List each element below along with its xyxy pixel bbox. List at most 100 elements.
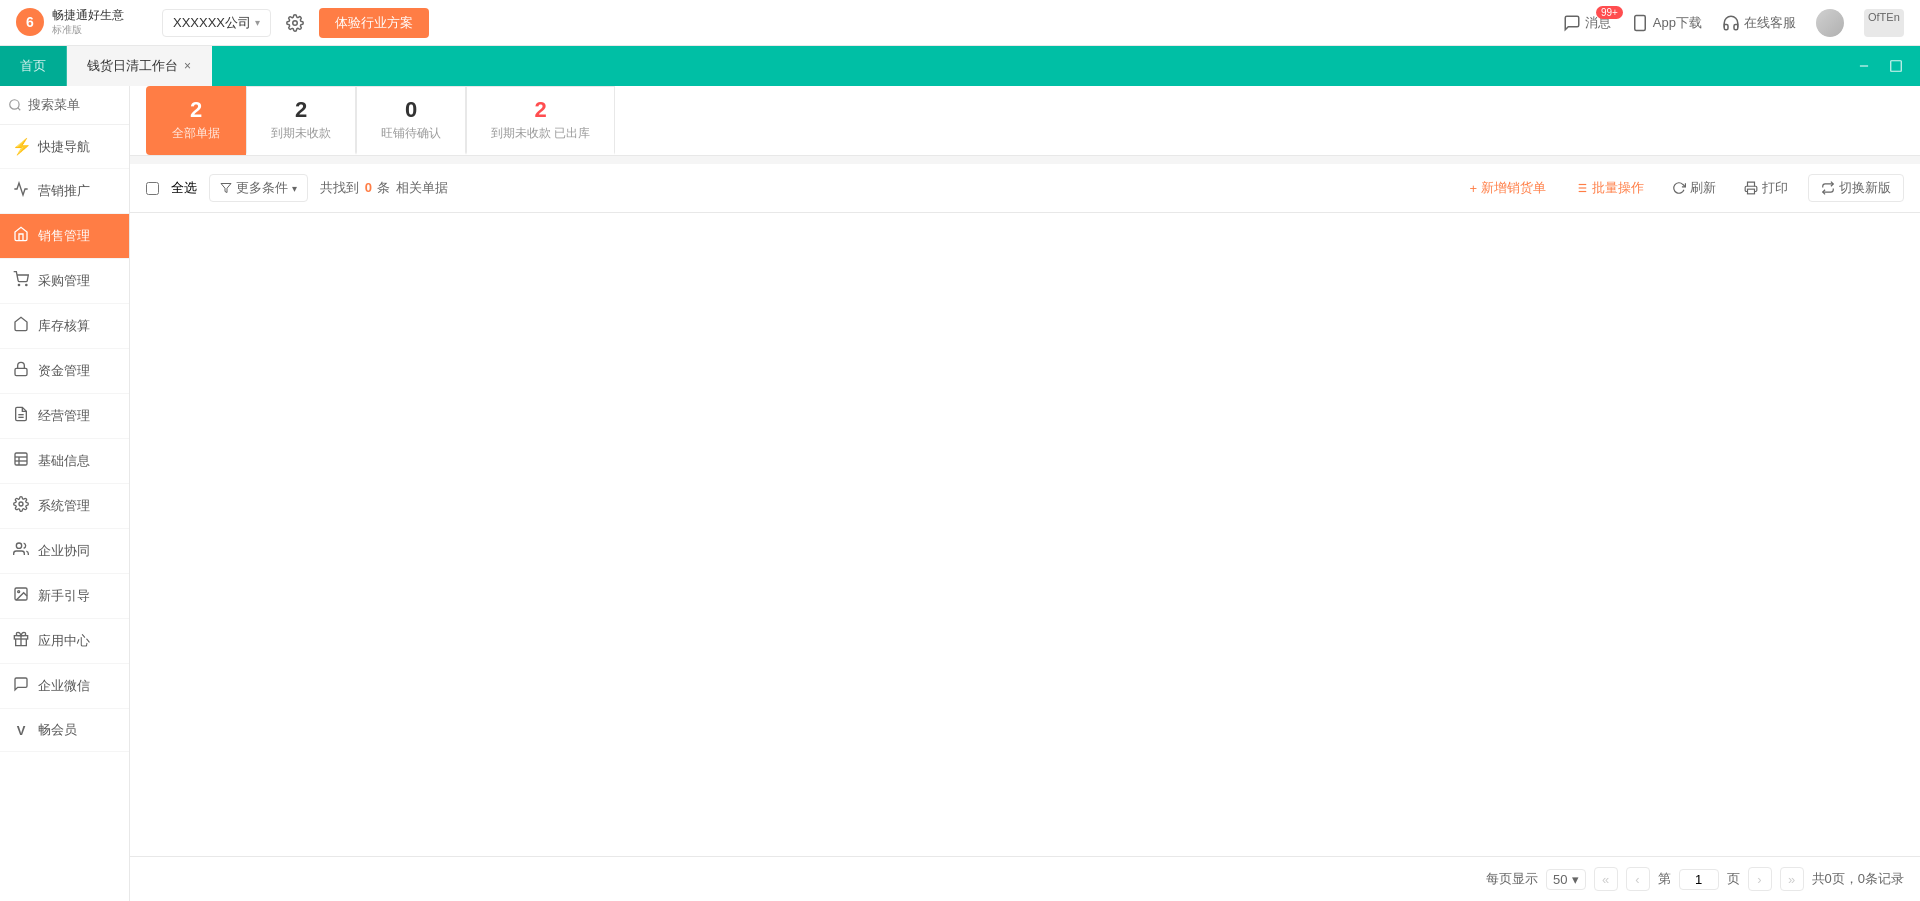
app-download-label: App下载 [1653, 14, 1702, 32]
wechat-icon [12, 676, 30, 696]
found-prefix: 共找到 [320, 180, 359, 195]
online-service-label: 在线客服 [1744, 14, 1796, 32]
stat-tab-overdue-stock[interactable]: 2 到期未收款 已出库 [466, 86, 615, 155]
sidebar-item-basic-info[interactable]: 基础信息 [0, 439, 129, 484]
next-page-button[interactable]: › [1748, 867, 1772, 891]
svg-line-6 [18, 108, 21, 111]
page-label-end: 页 [1727, 870, 1740, 888]
filter-button[interactable]: 更多条件 ▾ [209, 174, 308, 202]
svg-rect-4 [1891, 61, 1902, 72]
sidebar-item-label: 采购管理 [38, 272, 90, 290]
sidebar: 搜索菜单 ⚡ 快捷导航 营销推广 销售管理 [0, 86, 130, 901]
svg-point-5 [10, 100, 19, 109]
stat-tab-overdue[interactable]: 2 到期未收款 [246, 86, 356, 155]
trial-button[interactable]: 体验行业方案 [319, 8, 429, 38]
prev-page-button[interactable]: ‹ [1626, 867, 1650, 891]
sidebar-item-operations[interactable]: 经营管理 [0, 394, 129, 439]
company-selector[interactable]: XXXXXX公司 ▾ [162, 9, 271, 37]
inventory-icon [12, 316, 30, 336]
batch-operation-button[interactable]: 批量操作 [1566, 175, 1652, 201]
sidebar-search[interactable]: 搜索菜单 [0, 86, 129, 125]
new-sale-button[interactable]: + 新增销货单 [1461, 175, 1554, 201]
stat-num-all: 2 [190, 97, 202, 123]
logo-text-area: 畅捷通好生意 标准版 [52, 8, 124, 36]
sidebar-item-app-center[interactable]: 应用中心 [0, 619, 129, 664]
batch-label: 批量操作 [1592, 179, 1644, 197]
messages-badge: 99+ [1596, 6, 1623, 19]
sidebar-item-enterprise[interactable]: 企业协同 [0, 529, 129, 574]
online-service-button[interactable]: 在线客服 [1722, 14, 1796, 32]
stat-label-wangpu: 旺铺待确认 [381, 125, 441, 142]
tab-home[interactable]: 首页 [0, 46, 67, 86]
select-all-checkbox[interactable] [146, 182, 159, 195]
sidebar-item-member[interactable]: V 畅会员 [0, 709, 129, 752]
sidebar-item-wechat[interactable]: 企业微信 [0, 664, 129, 709]
stat-tab-all[interactable]: 2 全部单据 [146, 86, 246, 155]
stat-label-overdue-stock: 到期未收款 已出库 [491, 125, 590, 142]
app-download-button[interactable]: App下载 [1631, 14, 1702, 32]
svg-rect-1 [1635, 15, 1646, 30]
operations-icon [12, 406, 30, 426]
tab-qianhuoriqing[interactable]: 钱货日清工作台 × [67, 46, 212, 86]
logo-icon: 6 [16, 8, 44, 36]
found-unit: 条 [377, 180, 390, 195]
stat-label-overdue: 到期未收款 [271, 125, 331, 142]
sidebar-item-finance[interactable]: 资金管理 [0, 349, 129, 394]
page-size-selector[interactable]: 50 ▾ [1546, 869, 1585, 890]
pagination: 每页显示 50 ▾ « ‹ 第 页 › » 共0页，0条记录 [130, 856, 1920, 901]
last-page-button[interactable]: » [1780, 867, 1804, 891]
page-number-input[interactable] [1679, 869, 1719, 890]
stat-num-overdue-stock: 2 [535, 97, 547, 123]
print-button[interactable]: 打印 [1736, 175, 1796, 201]
home-tab-label: 首页 [20, 57, 46, 75]
sidebar-item-purchase[interactable]: 采购管理 [0, 259, 129, 304]
refresh-label: 刷新 [1690, 179, 1716, 197]
page-size-label: 每页显示 [1486, 870, 1538, 888]
svg-rect-12 [15, 453, 27, 465]
sidebar-item-label: 新手引导 [38, 587, 90, 605]
page-size-value: 50 [1553, 872, 1567, 887]
messages-button[interactable]: 消息 99+ [1563, 14, 1611, 32]
stat-tab-wangpu[interactable]: 0 旺铺待确认 [356, 86, 466, 155]
sidebar-item-sales[interactable]: 销售管理 [0, 214, 129, 259]
print-label: 打印 [1762, 179, 1788, 197]
first-page-button[interactable]: « [1594, 867, 1618, 891]
sidebar-item-guide[interactable]: 新手引导 [0, 574, 129, 619]
stat-num-overdue: 2 [295, 97, 307, 123]
svg-point-8 [26, 284, 27, 285]
sidebar-item-inventory[interactable]: 库存核算 [0, 304, 129, 349]
chevron-down-icon: ▾ [255, 17, 260, 28]
avatar[interactable] [1816, 9, 1844, 37]
tab-maximize-button[interactable] [1884, 54, 1908, 78]
svg-point-16 [19, 502, 23, 506]
filter-label: 更多条件 [236, 179, 288, 197]
svg-rect-29 [1748, 189, 1755, 194]
sidebar-item-system[interactable]: 系统管理 [0, 484, 129, 529]
switch-version-button[interactable]: 切换新版 [1808, 174, 1904, 202]
tab-bar-actions [1840, 46, 1920, 86]
sidebar-item-quick-nav[interactable]: ⚡ 快捷导航 [0, 125, 129, 169]
sidebar-item-label: 资金管理 [38, 362, 90, 380]
sidebar-item-label: 系统管理 [38, 497, 90, 515]
content-area: 2 全部单据 2 到期未收款 0 旺铺待确认 2 到期未收款 已出库 全选 [130, 86, 1920, 901]
tab-close-icon[interactable]: × [184, 59, 191, 73]
sidebar-item-label: 库存核算 [38, 317, 90, 335]
tab-minimize-button[interactable] [1852, 54, 1876, 78]
app-sub: 标准版 [52, 23, 124, 37]
refresh-button[interactable]: 刷新 [1664, 175, 1724, 201]
svg-point-7 [18, 284, 19, 285]
settings-button[interactable] [279, 7, 311, 39]
sidebar-search-label: 搜索菜单 [28, 96, 80, 114]
guide-icon [12, 586, 30, 606]
select-all-label: 全选 [171, 179, 197, 197]
sidebar-item-label: 企业微信 [38, 677, 90, 695]
stat-label-all: 全部单据 [172, 125, 220, 142]
sales-icon [12, 226, 30, 246]
page-size-chevron-icon: ▾ [1572, 872, 1579, 887]
main-layout: 搜索菜单 ⚡ 快捷导航 营销推广 销售管理 [0, 86, 1920, 901]
system-icon [12, 496, 30, 516]
sidebar-item-marketing[interactable]: 营销推广 [0, 169, 129, 214]
username-text: OfTEn [1864, 9, 1904, 25]
stat-num-wangpu: 0 [405, 97, 417, 123]
marketing-icon [12, 181, 30, 201]
